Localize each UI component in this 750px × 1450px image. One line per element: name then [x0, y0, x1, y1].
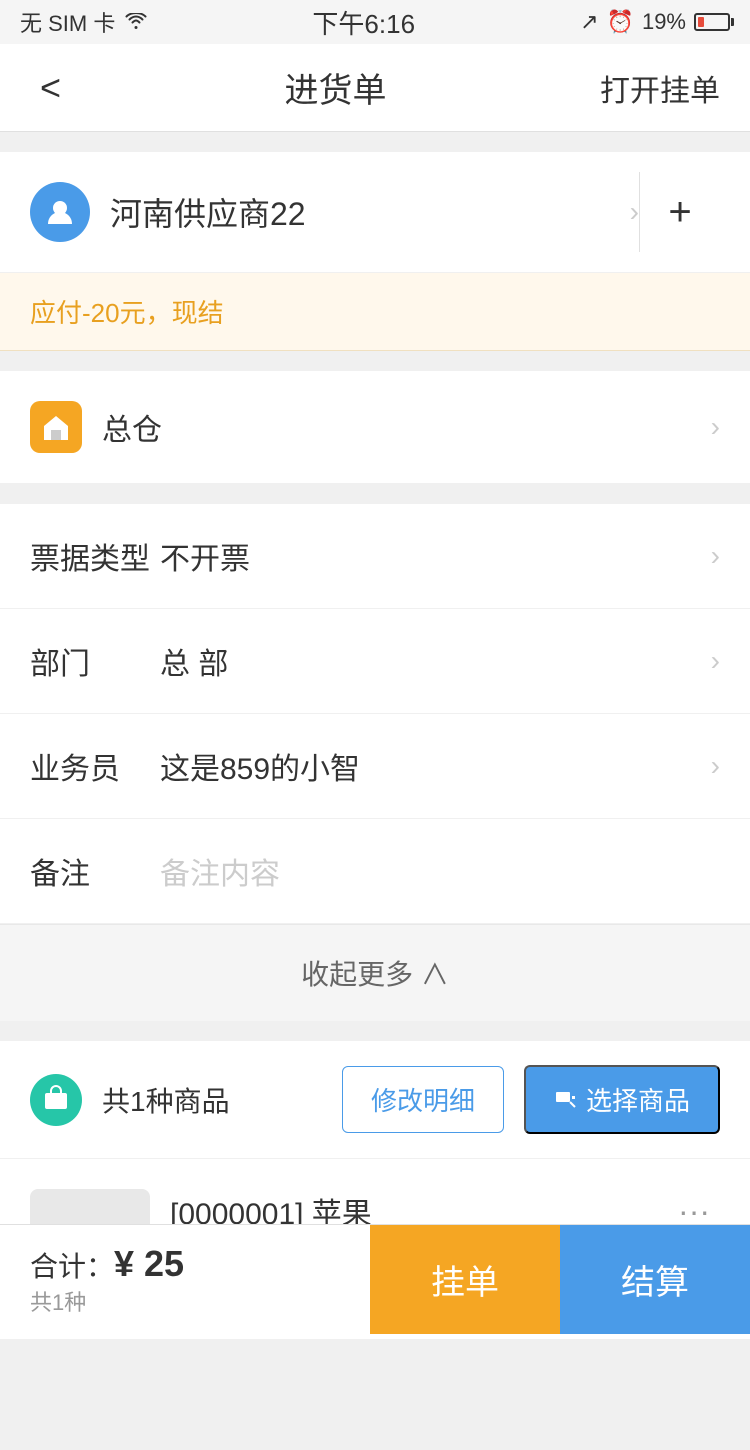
status-left: 无 SIM 卡 [20, 6, 147, 38]
notice-text: 应付-20元，现结 [30, 298, 224, 328]
section-gap-1 [0, 132, 750, 152]
warehouse-chevron-icon: › [711, 411, 720, 443]
invoice-label: 票据类型 [30, 534, 160, 578]
supplier-name: 河南供应商22 [110, 189, 610, 235]
nav-bar: < 进货单 打开挂单 [0, 44, 750, 132]
status-bar: 无 SIM 卡 下午6:16 ↗ ⏰ 19% [0, 0, 750, 44]
products-icon [30, 1074, 82, 1126]
products-header: 共1种商品 修改明细 选择商品 [0, 1041, 750, 1159]
salesman-label: 业务员 [30, 744, 160, 788]
salesman-chevron-icon: › [711, 750, 720, 782]
alarm-icon: ⏰ [607, 9, 634, 35]
section-gap-4 [0, 1021, 750, 1041]
invoice-row[interactable]: 票据类型 不开票 › [0, 504, 750, 609]
invoice-chevron-icon: › [711, 540, 720, 572]
collapse-button[interactable]: 收起更多 ∧ [0, 924, 750, 1021]
select-product-button[interactable]: 选择商品 [524, 1065, 720, 1134]
supplier-section: 河南供应商22 › + [0, 152, 750, 273]
wifi-icon [125, 9, 147, 35]
total-label: 合计： [30, 1251, 114, 1282]
invoice-value: 不开票 [160, 534, 711, 578]
notice-banner: 应付-20元，现结 [0, 273, 750, 351]
remark-value: 备注内容 [160, 849, 720, 893]
department-chevron-icon: › [711, 645, 720, 677]
status-time: 下午6:16 [312, 4, 415, 41]
supplier-chevron-icon: › [630, 196, 639, 228]
battery-icon [694, 13, 730, 31]
section-gap-2 [0, 351, 750, 371]
department-row[interactable]: 部门 总 部 › [0, 609, 750, 714]
location-icon: ↗ [580, 9, 598, 35]
page-title: 进货单 [285, 63, 387, 112]
products-count: 共1种商品 [102, 1080, 322, 1120]
open-hang-button[interactable]: 打开挂单 [600, 66, 720, 110]
remark-row[interactable]: 备注 备注内容 [0, 819, 750, 924]
section-gap-3 [0, 484, 750, 504]
supplier-avatar [30, 182, 90, 242]
warehouse-row[interactable]: 总仓 › [0, 371, 750, 484]
bottom-spacer [0, 1340, 750, 1450]
total-sub: 共1种 [30, 1285, 340, 1317]
add-supplier-button[interactable]: + [640, 152, 720, 272]
salesman-row[interactable]: 业务员 这是859的小智 › [0, 714, 750, 819]
select-product-label: 选择商品 [586, 1081, 690, 1118]
warehouse-name: 总仓 [102, 405, 711, 449]
total-section: 合计：¥ 25 共1种 [0, 1225, 370, 1334]
back-button[interactable]: < [30, 57, 71, 119]
remark-label: 备注 [30, 849, 160, 893]
bottom-bar: 合计：¥ 25 共1种 挂单 结算 [0, 1224, 750, 1334]
warehouse-icon [30, 401, 82, 453]
salesman-value: 这是859的小智 [160, 744, 711, 788]
carrier-text: 无 SIM 卡 [20, 6, 115, 38]
status-right: ↗ ⏰ 19% [580, 9, 730, 35]
hang-button[interactable]: 挂单 [370, 1225, 560, 1334]
edit-detail-button[interactable]: 修改明细 [342, 1066, 504, 1133]
settle-button[interactable]: 结算 [560, 1225, 750, 1334]
supplier-selector[interactable]: 河南供应商22 › [30, 152, 639, 272]
total-amount: ¥ 25 [114, 1243, 184, 1284]
total-row: 合计：¥ 25 [30, 1243, 340, 1285]
battery-percent: 19% [642, 9, 686, 35]
department-value: 总 部 [160, 639, 711, 683]
department-label: 部门 [30, 639, 160, 683]
